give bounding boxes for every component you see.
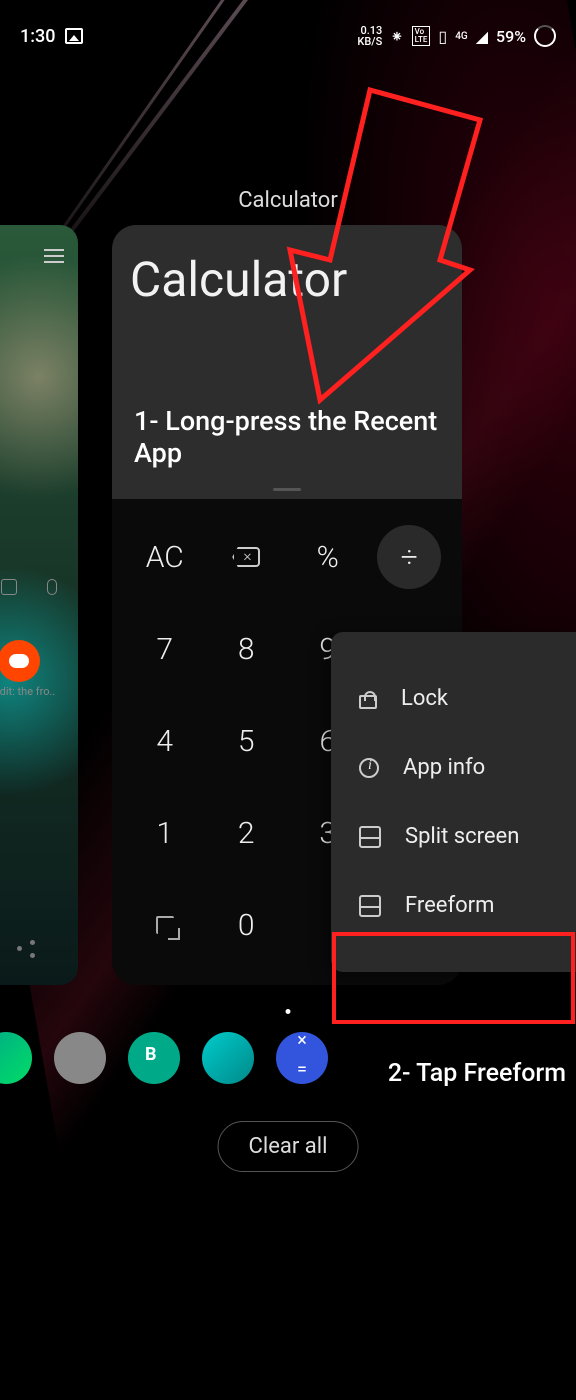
vibrate-icon: ▯ [438, 27, 447, 46]
recent-app-title: Calculator [0, 188, 576, 213]
key-4[interactable]: 4 [133, 709, 197, 773]
key-5[interactable]: 5 [214, 709, 278, 773]
info-icon [359, 758, 379, 778]
status-bar: 1:30 0.13KB/S ⁕ VoLTE ▯ 4G ◢ 59% [0, 22, 576, 50]
battery-ring-icon [534, 25, 556, 47]
expand-icon [156, 916, 174, 934]
volte-icon: VoLTE [412, 26, 431, 46]
key-7[interactable]: 7 [133, 617, 197, 681]
menu-freeform-label: Freeform [405, 893, 494, 918]
lock-icon [359, 695, 377, 709]
split-screen-icon [359, 826, 381, 848]
drag-handle-icon [273, 488, 301, 491]
network-speed: 0.13KB/S [357, 25, 382, 47]
hamburger-icon [44, 249, 64, 263]
mic-icon [47, 579, 57, 595]
menu-app-info[interactable]: App info [331, 733, 576, 802]
key-1[interactable]: 1 [133, 801, 197, 865]
clear-all-button[interactable]: Clear all [218, 1121, 359, 1172]
signal-4g-icon: 4G [455, 31, 468, 42]
menu-lock-label: Lock [401, 686, 448, 711]
camera-icon [1, 579, 17, 595]
share-icon [17, 940, 35, 958]
key-percent[interactable]: % [296, 525, 360, 589]
menu-split-label: Split screen [405, 824, 519, 849]
key-expand[interactable] [133, 893, 197, 957]
dock-app-edge[interactable] [202, 1032, 254, 1084]
calculator-title: Calculator [130, 251, 444, 308]
instruction-2: 2- Tap Freeform [388, 1059, 566, 1088]
key-divide[interactable]: ÷ [377, 525, 441, 589]
reddit-label: reddit: the fro.. [0, 685, 55, 698]
instruction-1: 1- Long-press the Recent App [134, 405, 452, 469]
picture-icon [65, 28, 83, 44]
menu-appinfo-label: App info [403, 755, 485, 780]
status-time: 1:30 [20, 26, 55, 47]
key-0[interactable]: 0 [214, 893, 278, 957]
recent-app-side-card[interactable]: reddit: the fro.. [0, 225, 78, 985]
signal-icon: ◢ [476, 27, 488, 46]
dock-app-3[interactable] [128, 1032, 180, 1084]
freeform-icon [359, 895, 381, 917]
reddit-icon [0, 640, 40, 682]
menu-freeform[interactable]: Freeform [331, 871, 576, 940]
share-button[interactable] [10, 933, 42, 965]
page-indicator-dot [286, 1009, 291, 1014]
dock-app-1[interactable] [0, 1032, 32, 1084]
bluetooth-icon: ⁕ [390, 27, 403, 46]
key-ac[interactable]: AC [133, 525, 197, 589]
key-8[interactable]: 8 [214, 617, 278, 681]
menu-split-screen[interactable]: Split screen [331, 802, 576, 871]
app-context-menu: Lock App info Split screen Freeform [331, 632, 576, 972]
dock-app-calculator[interactable] [276, 1032, 328, 1084]
backspace-icon [232, 547, 260, 567]
menu-lock[interactable]: Lock [331, 664, 576, 733]
key-2[interactable]: 2 [214, 801, 278, 865]
battery-text: 59% [496, 27, 526, 46]
key-backspace[interactable] [214, 525, 278, 589]
dock-app-2[interactable] [54, 1032, 106, 1084]
